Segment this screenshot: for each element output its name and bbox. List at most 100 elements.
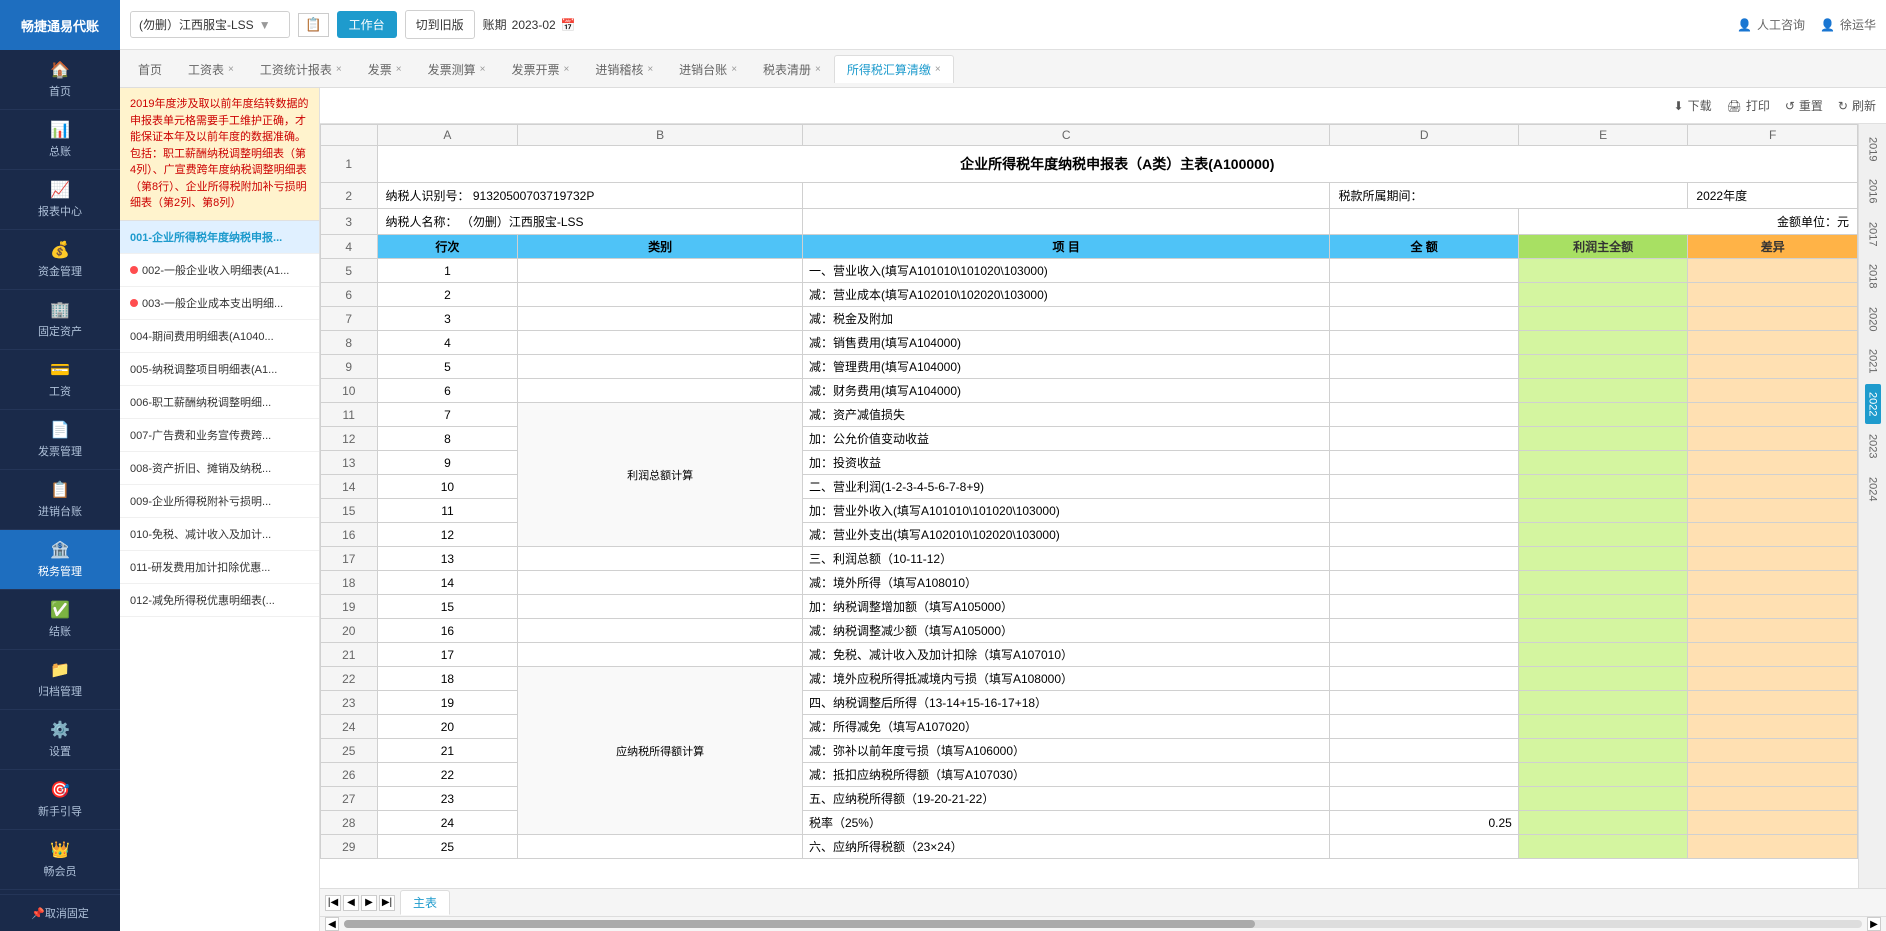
tab-home[interactable]: 首页 [125, 55, 175, 83]
sidebar-item-guide[interactable]: 🎯 新手引导 [0, 770, 120, 830]
company-selector[interactable]: (勿删）江西服宝-LSS ▼ [130, 11, 290, 38]
sidebar-item-archive[interactable]: 📁 归档管理 [0, 650, 120, 710]
table-row: 18 14 减：境外所得（填写A108010） [321, 571, 1858, 595]
left-menu-item-004[interactable]: 004-期间费用明细表(A1040... [120, 320, 319, 353]
user-name-area[interactable]: 👤 徐运华 [1820, 16, 1876, 33]
scroll-right-btn[interactable]: ▶ [1867, 917, 1881, 931]
tab-close-icon[interactable]: × [815, 64, 821, 75]
year-item-2023[interactable]: 2023 [1865, 426, 1881, 466]
tab-sales-check[interactable]: 进销稽核 × [582, 55, 666, 83]
sheet-nav-last[interactable]: ▶| [379, 895, 395, 911]
scrollbar-track[interactable] [344, 920, 1862, 928]
line-num: 20 [377, 715, 518, 739]
tab-invoice-calc[interactable]: 发票测算 × [415, 55, 499, 83]
tab-invoice[interactable]: 发票 × [355, 55, 415, 83]
table-row: 21 17 减：免税、减计收入及加计扣除（填写A107010） [321, 643, 1858, 667]
sidebar-footer-pin[interactable]: 📌 取消固定 [0, 894, 120, 931]
sidebar-item-reports[interactable]: 📈 报表中心 [0, 170, 120, 230]
left-menu-item-011[interactable]: 011-研发费用加计扣除优惠... [120, 551, 319, 584]
diff [1688, 835, 1858, 859]
left-menu-item-003[interactable]: 003-一般企业成本支出明细... [120, 287, 319, 320]
sidebar-item-tax[interactable]: 🏦 税务管理 [0, 530, 120, 590]
line-num: 19 [377, 691, 518, 715]
print-button[interactable]: 🖨 打印 [1727, 97, 1770, 114]
tab-salary[interactable]: 工资表 × [175, 55, 247, 83]
sidebar-item-salesledger[interactable]: 📋 进销台账 [0, 470, 120, 530]
left-menu-item-008[interactable]: 008-资产折旧、摊销及纳税... [120, 452, 319, 485]
tab-income-tax[interactable]: 所得税汇算清缴 × [834, 55, 954, 83]
sidebar-item-label: 进销台账 [38, 503, 82, 519]
year-item-2018[interactable]: 2018 [1865, 256, 1881, 296]
copy-icon[interactable]: 📋 [298, 13, 329, 37]
line-num: 13 [377, 547, 518, 571]
col-header-a: A [377, 125, 518, 146]
tab-close-icon[interactable]: × [935, 64, 941, 75]
year-item-2016[interactable]: 2016 [1865, 171, 1881, 211]
sidebar-item-finance[interactable]: 💰 资金管理 [0, 230, 120, 290]
scroll-left-btn[interactable]: ◀ [325, 917, 339, 931]
sheet-nav-next[interactable]: ▶ [361, 895, 377, 911]
tab-close-icon[interactable]: × [563, 64, 569, 75]
tab-close-icon[interactable]: × [480, 64, 486, 75]
sheet-nav-first[interactable]: |◀ [325, 895, 341, 911]
left-menu-item-001[interactable]: 001-企业所得税年度纳税申报... [120, 221, 319, 254]
sidebar-item-home[interactable]: 🏠 首页 [0, 50, 120, 110]
sidebar-item-ledger[interactable]: 📊 总账 [0, 110, 120, 170]
sheet-nav-prev[interactable]: ◀ [343, 895, 359, 911]
menu-item-label: 012-减免所得税优惠明细表(... [130, 592, 275, 608]
tax-icon: 🏦 [50, 540, 70, 560]
tab-close-icon[interactable]: × [336, 64, 342, 75]
refresh-button[interactable]: ↻ 刷新 [1838, 97, 1876, 114]
amount [1330, 427, 1518, 451]
year-item-2022[interactable]: 2022 [1865, 384, 1881, 424]
year-item-2021[interactable]: 2021 [1865, 341, 1881, 381]
calendar-icon[interactable]: 📅 [561, 18, 576, 32]
guide-icon: 🎯 [50, 780, 70, 800]
year-item-2019[interactable]: 2019 [1865, 129, 1881, 169]
tab-close-icon[interactable]: × [647, 64, 653, 75]
row-num: 14 [321, 475, 378, 499]
tab-invoice-issue[interactable]: 发票开票 × [498, 55, 582, 83]
sidebar-item-assets[interactable]: 🏢 固定资产 [0, 290, 120, 350]
download-button[interactable]: ⬇ 下载 [1674, 97, 1712, 114]
profit [1518, 499, 1688, 523]
tab-salary-report[interactable]: 工资统计报表 × [247, 55, 355, 83]
amount [1330, 835, 1518, 859]
user-service[interactable]: 👤 人工咨询 [1737, 16, 1805, 33]
sidebar-item-close[interactable]: ✅ 结账 [0, 590, 120, 650]
tab-close-icon[interactable]: × [228, 64, 234, 75]
workbench-button[interactable]: 工作台 [337, 11, 397, 38]
right-panel: ⬇ 下载 🖨 打印 ↺ 重置 ↻ 刷新 [320, 88, 1886, 931]
tab-tax-list[interactable]: 税表清册 × [750, 55, 834, 83]
tab-close-icon[interactable]: × [731, 64, 737, 75]
year-item-2020[interactable]: 2020 [1865, 299, 1881, 339]
sidebar-item-salary[interactable]: 💳 工资 [0, 350, 120, 410]
diff [1688, 403, 1858, 427]
sidebar-item-label: 报表中心 [38, 203, 82, 219]
sidebar-item-member[interactable]: 👑 畅会员 [0, 830, 120, 890]
sidebar-item-label: 税务管理 [38, 563, 82, 579]
left-menu-item-006[interactable]: 006-职工薪酬纳税调整明细... [120, 386, 319, 419]
diff [1688, 307, 1858, 331]
diff [1688, 283, 1858, 307]
table-row: 5 1 一、营业收入(填写A101010\101020\103000) [321, 259, 1858, 283]
notice-bar: 2019年度涉及取以前年度结转数据的申报表单元格需要手工维护正确，才能保证本年及… [120, 88, 319, 221]
left-menu-item-002[interactable]: 002-一般企业收入明细表(A1... [120, 254, 319, 287]
sidebar-item-settings[interactable]: ⚙️ 设置 [0, 710, 120, 770]
left-menu-item-009[interactable]: 009-企业所得税附补亏损明... [120, 485, 319, 518]
year-item-2024[interactable]: 2024 [1865, 469, 1881, 509]
left-menu-item-007[interactable]: 007-广告费和业务宣传费跨... [120, 419, 319, 452]
cutdate-button[interactable]: 切到旧版 [405, 10, 475, 39]
left-menu-item-005[interactable]: 005-纳税调整项目明细表(A1... [120, 353, 319, 386]
left-menu-item-012[interactable]: 012-减免所得税优惠明细表(... [120, 584, 319, 617]
left-menu-item-010[interactable]: 010-免税、减计收入及加计... [120, 518, 319, 551]
sidebar-item-invoice[interactable]: 📄 发票管理 [0, 410, 120, 470]
sheet-tab-main[interactable]: 主表 [400, 890, 450, 915]
tab-sales-ledger[interactable]: 进销台账 × [666, 55, 750, 83]
reset-button[interactable]: ↺ 重置 [1785, 97, 1823, 114]
tab-close-icon[interactable]: × [396, 64, 402, 75]
category [518, 571, 803, 595]
horizontal-scrollbar[interactable]: ◀ ▶ [320, 916, 1886, 931]
amount [1330, 307, 1518, 331]
year-item-2017[interactable]: 2017 [1865, 214, 1881, 254]
